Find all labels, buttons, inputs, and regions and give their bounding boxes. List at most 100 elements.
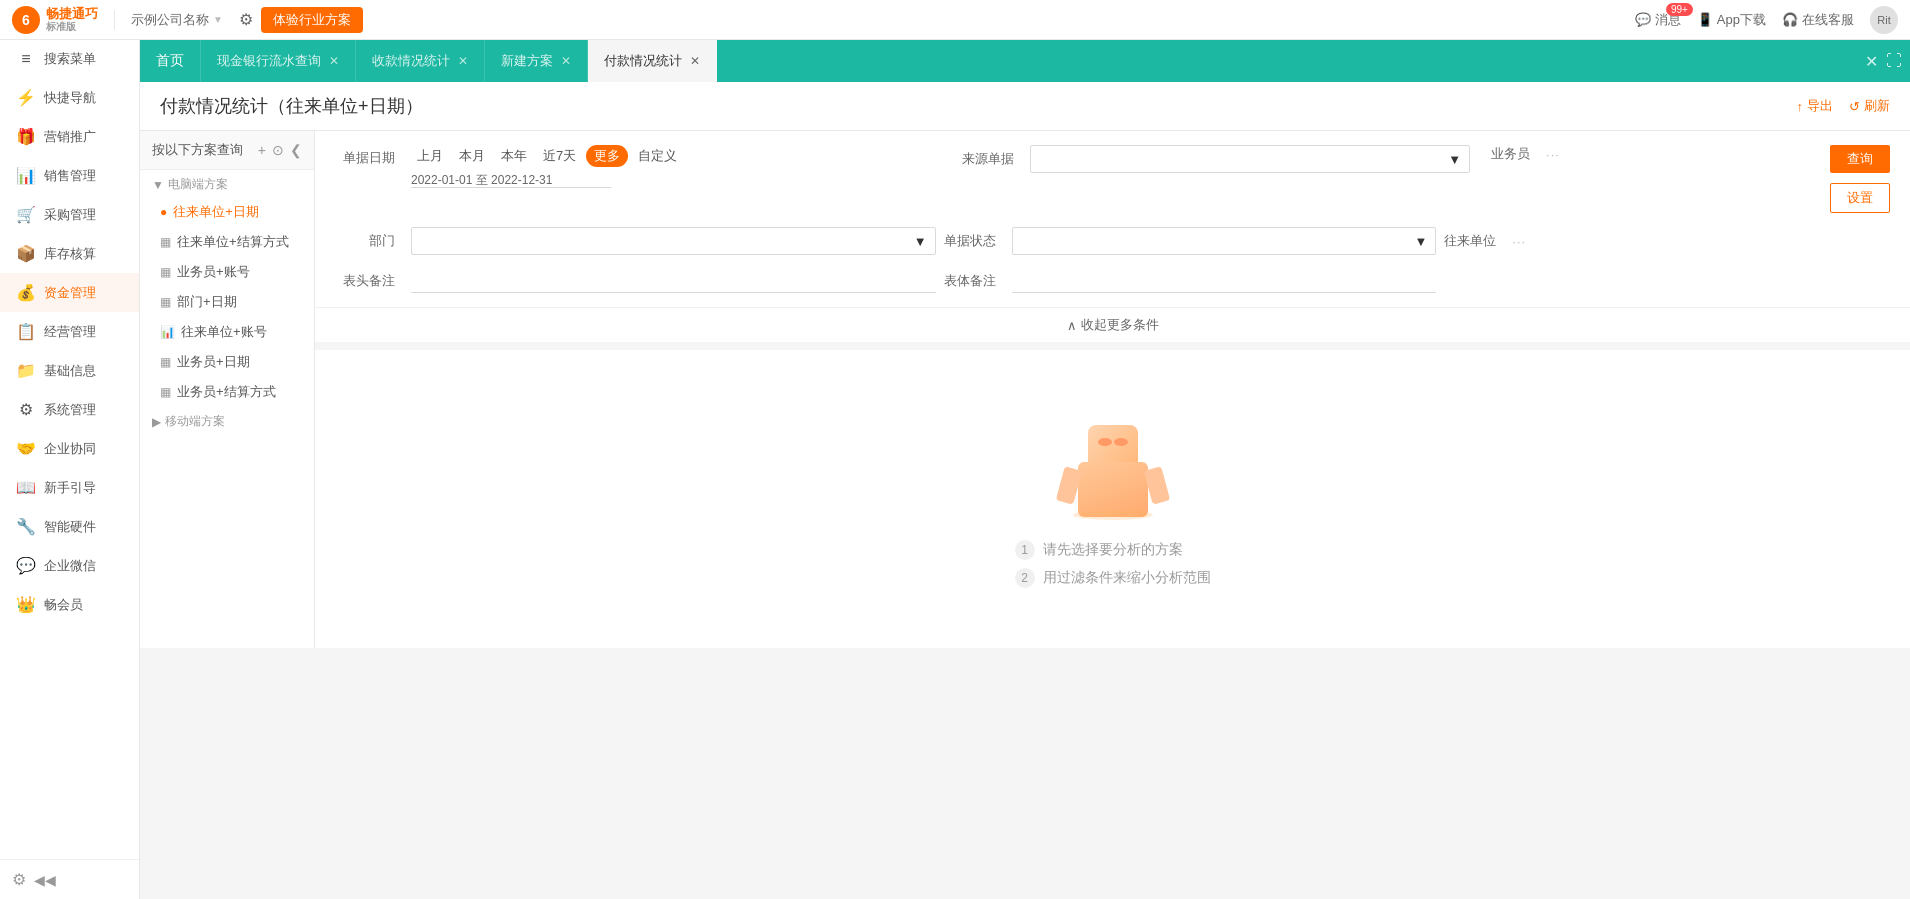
table-head-note-input[interactable] <box>411 269 936 293</box>
table-body-note-label: 表体备注 <box>936 272 996 290</box>
refresh-icon: ↺ <box>1849 99 1860 114</box>
scheme-item-5[interactable]: ▦ 业务员+日期 <box>140 347 314 377</box>
scheme-add-icon[interactable]: + <box>258 142 266 158</box>
scheme-group-mobile-arrow[interactable]: ▶ <box>152 415 161 429</box>
avatar[interactable]: Rit <box>1870 6 1898 34</box>
scheme-item-0-label: 往来单位+日期 <box>173 203 259 221</box>
tab-cash-query-close[interactable]: ✕ <box>329 54 339 68</box>
app-download-label: App下载 <box>1717 11 1766 29</box>
sidebar-item-quick-nav[interactable]: ⚡ 快捷导航 <box>0 78 139 117</box>
scheme-item-6[interactable]: ▦ 业务员+结算方式 <box>140 377 314 407</box>
scheme-collapse-icon[interactable]: ❮ <box>290 142 302 158</box>
sidebar-label-search-menu: 搜索菜单 <box>44 50 96 68</box>
tab-cash-query[interactable]: 现金银行流水查询 ✕ <box>201 40 356 82</box>
scheme-item-5-label: 业务员+日期 <box>177 353 250 371</box>
settings-icon[interactable]: ⚙ <box>239 10 253 29</box>
tab-bar: 首页 现金银行流水查询 ✕ 收款情况统计 ✕ 新建方案 ✕ 付款情况统计 ✕ ✕… <box>140 40 1910 82</box>
scheme-item-4[interactable]: 📊 往来单位+账号 <box>140 317 314 347</box>
sidebar-item-operations[interactable]: 📋 经营管理 <box>0 312 139 351</box>
sidebar-settings-icon[interactable]: ⚙ <box>12 870 26 889</box>
partner-ellipsis[interactable]: ··· <box>1512 234 1526 249</box>
sidebar-item-finance[interactable]: 💰 资金管理 <box>0 273 139 312</box>
page-header: 付款情况统计（往来单位+日期） ↑ 导出 ↺ 刷新 <box>140 82 1910 131</box>
export-icon: ↑ <box>1797 99 1804 114</box>
scheme-group-label: 电脑端方案 <box>168 176 228 193</box>
scheme-group-desktop: ▼ 电脑端方案 ● 往来单位+日期 ▦ 往来单位+结算方式 ▦ <box>140 170 314 407</box>
date-tab-more[interactable]: 更多 <box>586 145 628 167</box>
trial-button[interactable]: 体验行业方案 <box>261 7 363 33</box>
collapse-button[interactable]: ∧ 收起更多条件 <box>1067 316 1159 334</box>
sidebar-item-purchase[interactable]: 🛒 采购管理 <box>0 195 139 234</box>
tab-payment-stats[interactable]: 付款情况统计 ✕ <box>588 40 717 82</box>
date-tab-custom[interactable]: 自定义 <box>632 145 683 167</box>
sidebar-label-sales: 销售管理 <box>44 167 96 185</box>
partner-label: 往来单位 <box>1436 232 1496 250</box>
company-selector[interactable]: 示例公司名称 ▼ <box>131 11 223 29</box>
sidebar-item-system[interactable]: ⚙ 系统管理 <box>0 390 139 429</box>
source-select[interactable]: ▼ <box>1030 145 1470 173</box>
date-tab-last-month[interactable]: 上月 <box>411 145 449 167</box>
sidebar-item-vip[interactable]: 👑 畅会员 <box>0 585 139 624</box>
tab-new-plan[interactable]: 新建方案 ✕ <box>485 40 588 82</box>
search-menu-icon: ≡ <box>16 50 36 68</box>
docstatus-select[interactable]: ▼ <box>1012 227 1437 255</box>
scheme-item-1-label: 往来单位+结算方式 <box>177 233 289 251</box>
tab-payment-stats-close[interactable]: ✕ <box>690 54 700 68</box>
sidebar-item-weixin[interactable]: 💬 企业微信 <box>0 546 139 585</box>
main-layout: ≡ 搜索菜单 ⚡ 快捷导航 🎁 营销推广 📊 销售管理 🛒 采购管理 📦 库存核… <box>0 40 1910 899</box>
sidebar-item-inventory[interactable]: 📦 库存核算 <box>0 234 139 273</box>
export-button[interactable]: ↑ 导出 <box>1797 97 1834 115</box>
sidebar-item-marketing[interactable]: 🎁 营销推广 <box>0 117 139 156</box>
sidebar-label-operations: 经营管理 <box>44 323 96 341</box>
tab-new-plan-label: 新建方案 <box>501 52 553 70</box>
query-settings-col: 查询 设置 <box>1830 145 1890 213</box>
filter-row-3: 表头备注 表体备注 <box>335 269 1890 293</box>
scheme-group-arrow[interactable]: ▼ <box>152 178 164 192</box>
scheme-item-3-icon: ▦ <box>160 295 171 309</box>
scheme-group-mobile-title: ▶ 移动端方案 <box>140 407 314 434</box>
source-label: 来源单据 <box>954 150 1014 168</box>
sidebar-item-search-menu[interactable]: ≡ 搜索菜单 <box>0 40 139 78</box>
refresh-button[interactable]: ↺ 刷新 <box>1849 97 1890 115</box>
sidebar-label-purchase: 采购管理 <box>44 206 96 224</box>
sidebar-label-marketing: 营销推广 <box>44 128 96 146</box>
sidebar-item-collab[interactable]: 🤝 企业协同 <box>0 429 139 468</box>
sidebar-label-quick-nav: 快捷导航 <box>44 89 96 107</box>
scheme-item-0[interactable]: ● 往来单位+日期 <box>140 197 314 227</box>
sidebar-collapse-icon[interactable]: ◀◀ <box>34 872 56 888</box>
scheme-item-2[interactable]: ▦ 业务员+账号 <box>140 257 314 287</box>
tab-home[interactable]: 首页 <box>140 40 201 82</box>
sidebar-label-base-info: 基础信息 <box>44 362 96 380</box>
scheme-settings-icon[interactable]: ⊙ <box>272 142 284 158</box>
query-button[interactable]: 查询 <box>1830 145 1890 173</box>
sidebar-item-hardware[interactable]: 🔧 智能硬件 <box>0 507 139 546</box>
top-header: 6 畅捷通巧 标准版 示例公司名称 ▼ ⚙ 体验行业方案 💬 消息 99+ 📱 … <box>0 0 1910 40</box>
table-body-note-input[interactable] <box>1012 269 1437 293</box>
partner-filter: 往来单位 ··· <box>1436 232 1770 250</box>
tab-maximize-icon[interactable]: ⛶ <box>1886 52 1902 70</box>
tab-close-all-icon[interactable]: ✕ <box>1865 52 1878 71</box>
scheme-item-3[interactable]: ▦ 部门+日期 <box>140 287 314 317</box>
settings-button[interactable]: 设置 <box>1830 183 1890 213</box>
sales-icon: 📊 <box>16 166 36 185</box>
date-tab-7days[interactable]: 近7天 <box>537 145 582 167</box>
sidebar-item-guide[interactable]: 📖 新手引导 <box>0 468 139 507</box>
dept-select[interactable]: ▼ <box>411 227 936 255</box>
online-service[interactable]: 🎧 在线客服 <box>1782 11 1854 29</box>
date-label: 单据日期 <box>335 149 395 167</box>
date-tabs-row: 上月 本月 本年 近7天 更多 自定义 <box>411 145 954 167</box>
sidebar-item-base-info[interactable]: 📁 基础信息 <box>0 351 139 390</box>
date-tab-this-year[interactable]: 本年 <box>495 145 533 167</box>
tab-receipt-stats-close[interactable]: ✕ <box>458 54 468 68</box>
tab-receipt-stats[interactable]: 收款情况统计 ✕ <box>356 40 485 82</box>
salesman-ellipsis[interactable]: ··· <box>1546 147 1560 162</box>
scheme-item-1[interactable]: ▦ 往来单位+结算方式 <box>140 227 314 257</box>
sidebar-item-sales[interactable]: 📊 销售管理 <box>0 156 139 195</box>
msg-area[interactable]: 💬 消息 99+ <box>1635 11 1681 29</box>
company-name: 示例公司名称 <box>131 11 209 29</box>
tab-new-plan-close[interactable]: ✕ <box>561 54 571 68</box>
date-tab-this-month[interactable]: 本月 <box>453 145 491 167</box>
app-download[interactable]: 📱 App下载 <box>1697 11 1766 29</box>
date-range-display <box>411 171 954 188</box>
date-range-input[interactable] <box>411 173 611 188</box>
